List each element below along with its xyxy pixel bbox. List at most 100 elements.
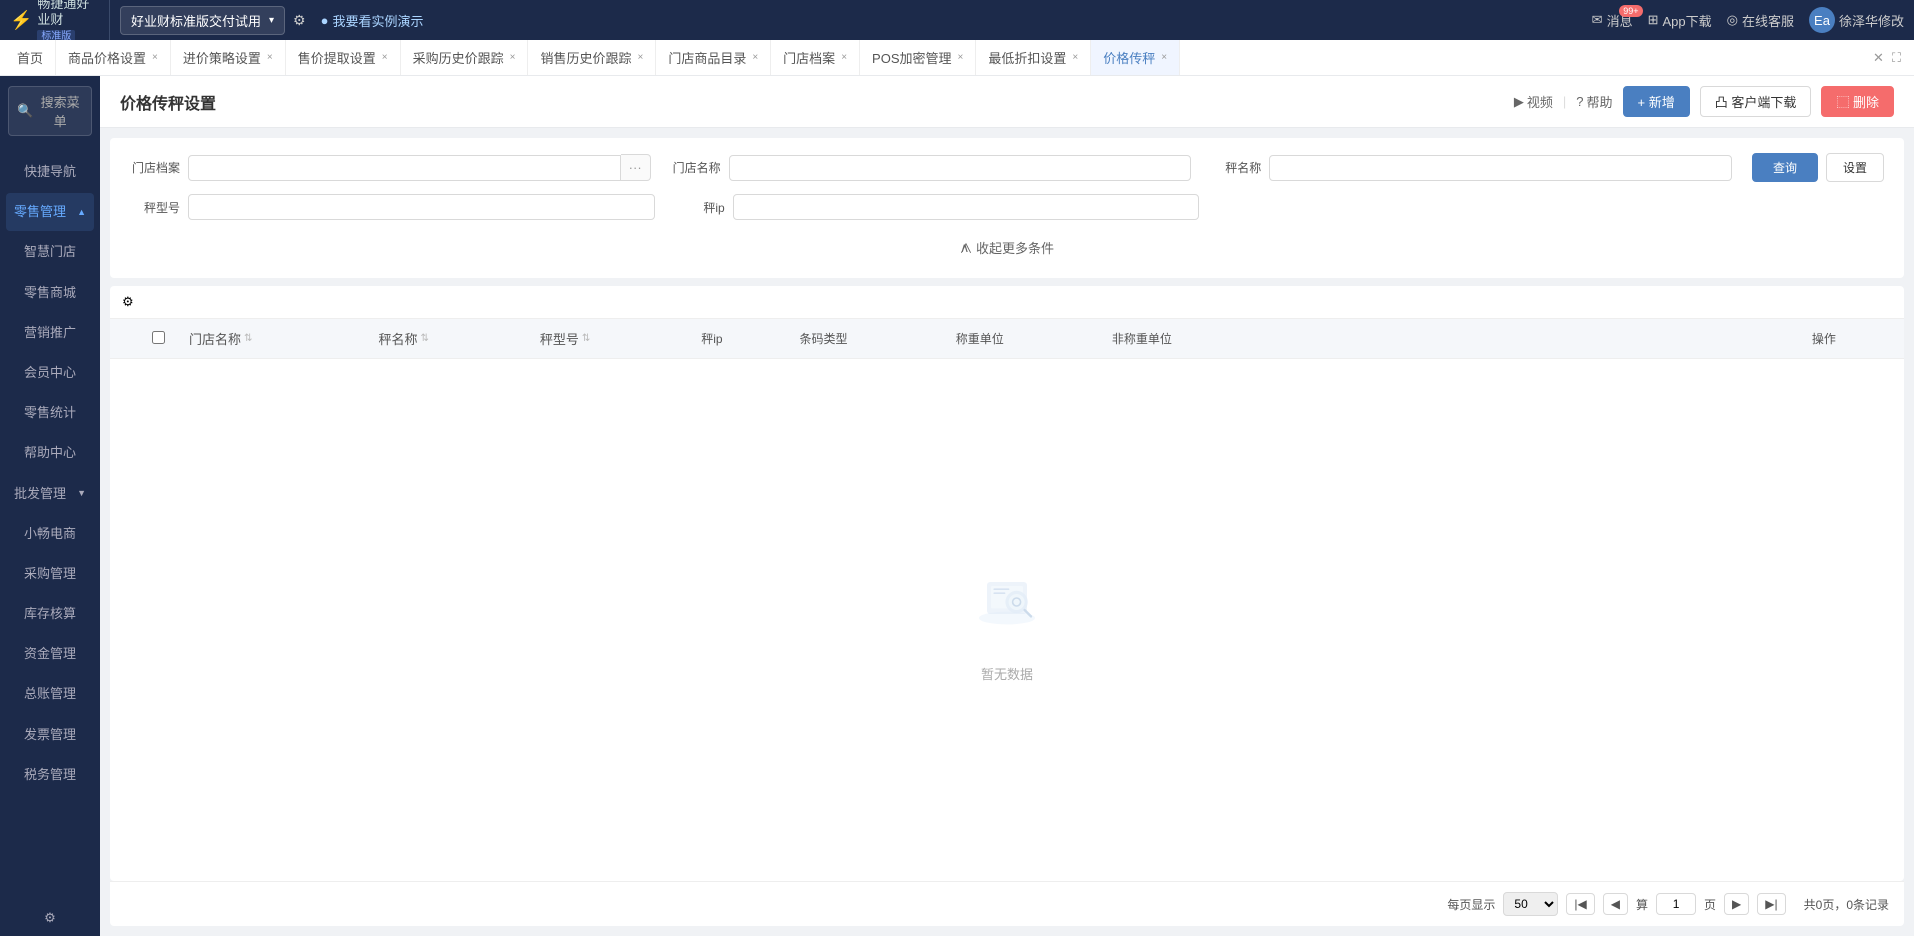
settings-icon[interactable]: ⚙ (293, 12, 306, 29)
sidebar-item-tax-mgmt[interactable]: 税务管理 (6, 756, 94, 794)
empty-state: 暂无数据 (110, 359, 1904, 881)
page-actions: ▶ 视频 | ? 帮助 + 新增 凸 客户端下载 ⬚ 删除 (1514, 86, 1894, 117)
tab-close-pos-management[interactable]: × (958, 52, 964, 63)
delete-button[interactable]: ⬚ 删除 (1821, 86, 1894, 117)
sidebar-item-stock-check[interactable]: 库存核算 (6, 595, 94, 633)
tab-pos-management[interactable]: POS加密管理× (860, 40, 976, 75)
sidebar-item-general-ledger[interactable]: 总账管理 (6, 675, 94, 713)
scale-name-input[interactable] (1269, 155, 1732, 181)
video-link[interactable]: ▶ 视频 (1514, 92, 1553, 111)
col-scale-ip: 秤ip (689, 319, 787, 359)
tab-store-archive[interactable]: 门店档案 × (771, 40, 860, 75)
tab-purchase-history[interactable]: 采购历史价跟踪× (401, 40, 529, 75)
scale-ip-input[interactable] (733, 194, 1200, 220)
messages-btn[interactable]: ✉ 消息 99+ (1592, 11, 1633, 30)
notification-badge: 99+ (1619, 5, 1642, 17)
store-name-input[interactable] (729, 155, 1192, 181)
query-button[interactable]: 查询 (1752, 153, 1818, 182)
tab-label-sale-price: 售价提取设置 (298, 48, 376, 67)
demo-label: 我要看实例演示 (332, 11, 423, 30)
sidebar-item-member-center[interactable]: 会员中心 (6, 354, 94, 392)
top-right-actions: ✉ 消息 99+ ⊞ App下载 ◎ 在线客服 Ea 徐泽华修改 (1592, 7, 1904, 33)
table-settings-icon[interactable]: ⚙ (122, 294, 134, 310)
sidebar-item-marketing[interactable]: 营销推广 (6, 314, 94, 352)
tab-sale-history[interactable]: 销售历史价跟踪× (528, 40, 656, 75)
sidebar-item-help-center[interactable]: 帮助中心 (6, 434, 94, 472)
tab-commodity-price[interactable]: 商品价格设置 × (56, 40, 171, 75)
store-archive-label: 门店档案 (130, 159, 180, 176)
sidebar-label-wholesale-mgmt: 批发管理 (14, 485, 66, 503)
tab-close-store-archive[interactable]: × (841, 52, 847, 63)
tab-close-sale-price[interactable]: × (382, 52, 388, 63)
per-page-select[interactable]: 50 10 20 100 (1503, 892, 1558, 916)
tab-close-commodity-price[interactable]: × (152, 52, 158, 63)
app-download-btn[interactable]: ⊞ App下载 (1648, 11, 1712, 30)
sidebar: 🔍 搜索菜单 快捷导航零售管理▲智慧门店零售商城营销推广会员中心零售统计帮助中心… (0, 76, 100, 936)
demo-icon: ● (321, 13, 329, 28)
content-area: 价格传秤设置 ▶ 视频 | ? 帮助 + 新增 凸 客户端下载 ⬚ (100, 76, 1914, 936)
logo-icon: ⚡ (10, 10, 32, 31)
online-service-btn[interactable]: ◎ 在线客服 (1727, 11, 1794, 30)
tab-home[interactable]: 首页 (5, 40, 56, 75)
sidebar-item-smart-store[interactable]: 智慧门店 (6, 233, 94, 271)
close-all-icon[interactable]: ✕ (1873, 50, 1884, 66)
sidebar-item-purchase-mgmt[interactable]: 采购管理 (6, 555, 94, 593)
store-archive-picker-btn[interactable]: ··· (621, 154, 651, 181)
col-store-name: 门店名称⇅ (177, 319, 367, 359)
add-button[interactable]: + 新增 (1623, 86, 1690, 117)
sort-scale-name-icon[interactable]: ⇅ (421, 333, 429, 344)
total-info: 共0页，0条记录 (1804, 896, 1889, 913)
tab-close-min-discount[interactable]: × (1072, 52, 1078, 63)
page-title: 价格传秤设置 (120, 90, 216, 114)
tab-price-transfer[interactable]: 价格传秤× (1091, 40, 1180, 75)
prev-page-btn[interactable]: ◀ (1603, 893, 1628, 915)
version-selector[interactable]: 好业财标准版交付试用 ▾ (120, 6, 285, 35)
tab-label-commodity-price: 商品价格设置 (68, 48, 146, 67)
empty-illustration (967, 558, 1047, 652)
tab-close-purchase-history[interactable]: × (510, 52, 516, 63)
page-number-input[interactable] (1656, 893, 1696, 915)
sidebar-label-marketing: 营销推广 (24, 325, 76, 340)
collapse-filter-btn[interactable]: ∧ ∧ 收起更多条件 (130, 232, 1884, 263)
tab-sale-price[interactable]: 售价提取设置 × (286, 40, 401, 75)
set-button[interactable]: 设置 (1826, 153, 1884, 182)
sidebar-label-tax-mgmt: 税务管理 (24, 767, 76, 782)
sidebar-item-finance-mgmt[interactable]: 资金管理 (6, 635, 94, 673)
tab-min-discount[interactable]: 最低折扣设置× (976, 40, 1091, 75)
sidebar-item-retail-mall[interactable]: 零售商城 (6, 274, 94, 312)
sidebar-item-retail-stats[interactable]: 零售统计 (6, 394, 94, 432)
sort-scale-model-icon[interactable]: ⇅ (582, 333, 590, 344)
tab-close-sale-history[interactable]: × (637, 52, 643, 63)
tab-label-store-archive: 门店档案 (783, 48, 835, 67)
sidebar-settings-btn[interactable]: ⚙ (0, 900, 100, 936)
tab-close-price-transfer[interactable]: × (1161, 52, 1167, 63)
service-icon: ◎ (1727, 12, 1738, 28)
tab-purchase-strategy[interactable]: 进价策略设置× (171, 40, 286, 75)
sidebar-item-quick-nav[interactable]: 快捷导航 (6, 153, 94, 191)
fullscreen-icon[interactable]: ⛶ (1892, 50, 1901, 66)
filter-scale-model: 秤型号 (130, 194, 655, 220)
scale-model-input[interactable] (188, 194, 655, 220)
page-prefix-label: 算 (1636, 896, 1648, 913)
tab-store-catalog[interactable]: 门店商品目录× (656, 40, 771, 75)
first-page-btn[interactable]: |◀ (1566, 893, 1594, 915)
sort-store-name-icon[interactable]: ⇅ (244, 333, 252, 344)
next-page-btn[interactable]: ▶ (1724, 893, 1749, 915)
user-menu[interactable]: Ea 徐泽华修改 (1809, 7, 1904, 33)
sidebar-item-wholesale-mgmt[interactable]: 批发管理▼ (6, 475, 94, 513)
data-table: 门店名称⇅ 秤名称⇅ 秤型号⇅ 秤ip 条码类型 称重单位 非称重单位 操作 (110, 319, 1904, 359)
demo-link[interactable]: ● 我要看实例演示 (321, 11, 424, 30)
help-link[interactable]: ? 帮助 (1576, 92, 1612, 111)
sidebar-item-xiaochangec[interactable]: 小畅电商 (6, 515, 94, 553)
tab-close-store-catalog[interactable]: × (752, 52, 758, 63)
tab-close-purchase-strategy[interactable]: × (267, 52, 273, 63)
sidebar-item-invoice-mgmt[interactable]: 发票管理 (6, 716, 94, 754)
store-archive-input[interactable] (188, 155, 621, 181)
last-page-btn[interactable]: ▶| (1757, 893, 1785, 915)
search-menu-btn[interactable]: 🔍 搜索菜单 (8, 86, 92, 136)
download-client-button[interactable]: 凸 客户端下载 (1700, 86, 1812, 117)
sidebar-item-retail-mgmt[interactable]: 零售管理▲ (6, 193, 94, 231)
select-all-checkbox[interactable] (152, 331, 165, 344)
help-icon: ? (1576, 94, 1583, 109)
collapse-label: ∧ 收起更多条件 (959, 238, 1054, 257)
